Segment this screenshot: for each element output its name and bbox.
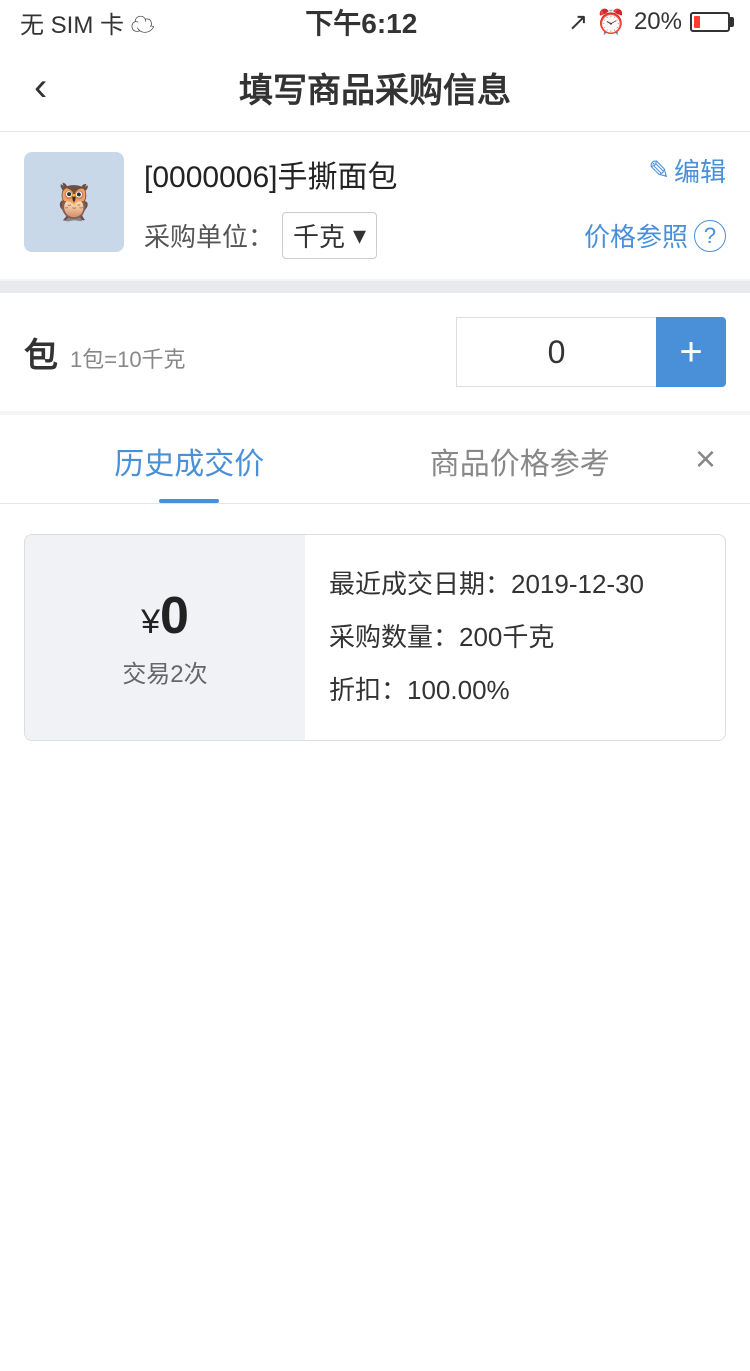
trade-count: 交易2次 bbox=[122, 654, 207, 689]
quantity-unit-small: 1包=10千克 bbox=[70, 342, 186, 374]
currency-symbol: ¥ bbox=[141, 603, 160, 641]
status-right: ↗ ⏰ 20% bbox=[568, 8, 730, 37]
discount-row: 折扣：100.00% bbox=[329, 671, 701, 710]
unit-dropdown-arrow: ▾ bbox=[353, 220, 366, 251]
status-left: 无 SIM 卡 ☁ bbox=[20, 5, 155, 40]
purchase-qty-row: 采购数量：200千克 bbox=[329, 618, 701, 657]
product-name: [0000006]手撕面包 bbox=[144, 152, 397, 196]
price-value: 0 bbox=[160, 587, 189, 645]
battery-percentage: 20% bbox=[634, 8, 682, 36]
product-unit-row: 采购单位： 千克 ▾ 价格参照 ? bbox=[144, 212, 726, 259]
price-ref-label: 价格参照 bbox=[584, 217, 688, 254]
tabs-close-button[interactable]: × bbox=[685, 431, 726, 487]
product-section: 🦉 [0000006]手撕面包 ✎ 编辑 采购单位： 千克 ▾ 价格参照 ? bbox=[0, 132, 750, 279]
price-card-container: ¥0 交易2次 最近成交日期：2019-12-30 采购数量：200千克 折扣：… bbox=[0, 504, 750, 771]
quantity-plus-button[interactable]: + bbox=[656, 317, 726, 387]
price-card: ¥0 交易2次 最近成交日期：2019-12-30 采购数量：200千克 折扣：… bbox=[24, 534, 726, 741]
tabs-header: 历史成交价 商品价格参考 × bbox=[0, 415, 750, 504]
unit-label: 采购单位： bbox=[144, 217, 274, 254]
purchase-qty-label: 采购数量： bbox=[329, 622, 459, 652]
discount-value: 100.00% bbox=[407, 675, 510, 705]
quantity-control: + bbox=[456, 317, 726, 387]
alarm-icon: ⏰ bbox=[596, 8, 626, 37]
signal-text: 无 SIM 卡 ☁ bbox=[20, 5, 155, 40]
purchase-qty-value: 200千克 bbox=[459, 622, 554, 652]
price-amount: ¥0 bbox=[141, 586, 189, 646]
unit-selector[interactable]: 千克 ▾ bbox=[282, 212, 377, 259]
status-time: 下午6:12 bbox=[305, 2, 417, 42]
quantity-unit-big: 包 bbox=[24, 328, 58, 377]
tab-history-price[interactable]: 历史成交价 bbox=[24, 415, 354, 503]
bottom-area bbox=[0, 771, 750, 1371]
product-thumbnail: 🦉 bbox=[24, 152, 124, 252]
quantity-label: 包 1包=10千克 bbox=[24, 328, 186, 377]
back-button[interactable]: ‹ bbox=[24, 55, 57, 120]
tab-price-reference[interactable]: 商品价格参考 bbox=[354, 415, 684, 503]
price-ref-help-icon: ? bbox=[694, 220, 726, 252]
product-header: [0000006]手撕面包 ✎ 编辑 bbox=[144, 152, 726, 196]
status-bar: 无 SIM 卡 ☁ 下午6:12 ↗ ⏰ 20% bbox=[0, 0, 750, 44]
product-info: [0000006]手撕面包 ✎ 编辑 采购单位： 千克 ▾ 价格参照 ? bbox=[144, 152, 726, 259]
page-title: 填写商品采购信息 bbox=[239, 63, 511, 112]
price-card-left: ¥0 交易2次 bbox=[25, 535, 305, 740]
latest-date-label: 最近成交日期： bbox=[329, 569, 511, 599]
product-thumb-icon: 🦉 bbox=[52, 181, 97, 223]
latest-date-row: 最近成交日期：2019-12-30 bbox=[329, 565, 701, 604]
edit-button[interactable]: ✎ 编辑 bbox=[648, 152, 726, 189]
location-icon: ↗ bbox=[568, 8, 588, 37]
edit-label: 编辑 bbox=[674, 152, 726, 189]
unit-value: 千克 bbox=[293, 217, 345, 254]
price-ref-button[interactable]: 价格参照 ? bbox=[584, 217, 726, 254]
edit-icon: ✎ bbox=[648, 155, 670, 186]
price-card-right: 最近成交日期：2019-12-30 采购数量：200千克 折扣：100.00% bbox=[305, 535, 725, 740]
discount-label: 折扣： bbox=[329, 675, 407, 705]
battery-icon bbox=[690, 12, 730, 32]
section-divider bbox=[0, 281, 750, 293]
tabs-section: 历史成交价 商品价格参考 × ¥0 交易2次 最近成交日期：2019-12-30… bbox=[0, 415, 750, 771]
quantity-row: 包 1包=10千克 + bbox=[0, 293, 750, 411]
latest-date-value: 2019-12-30 bbox=[511, 569, 644, 599]
nav-bar: ‹ 填写商品采购信息 bbox=[0, 44, 750, 132]
quantity-input[interactable] bbox=[456, 317, 656, 387]
